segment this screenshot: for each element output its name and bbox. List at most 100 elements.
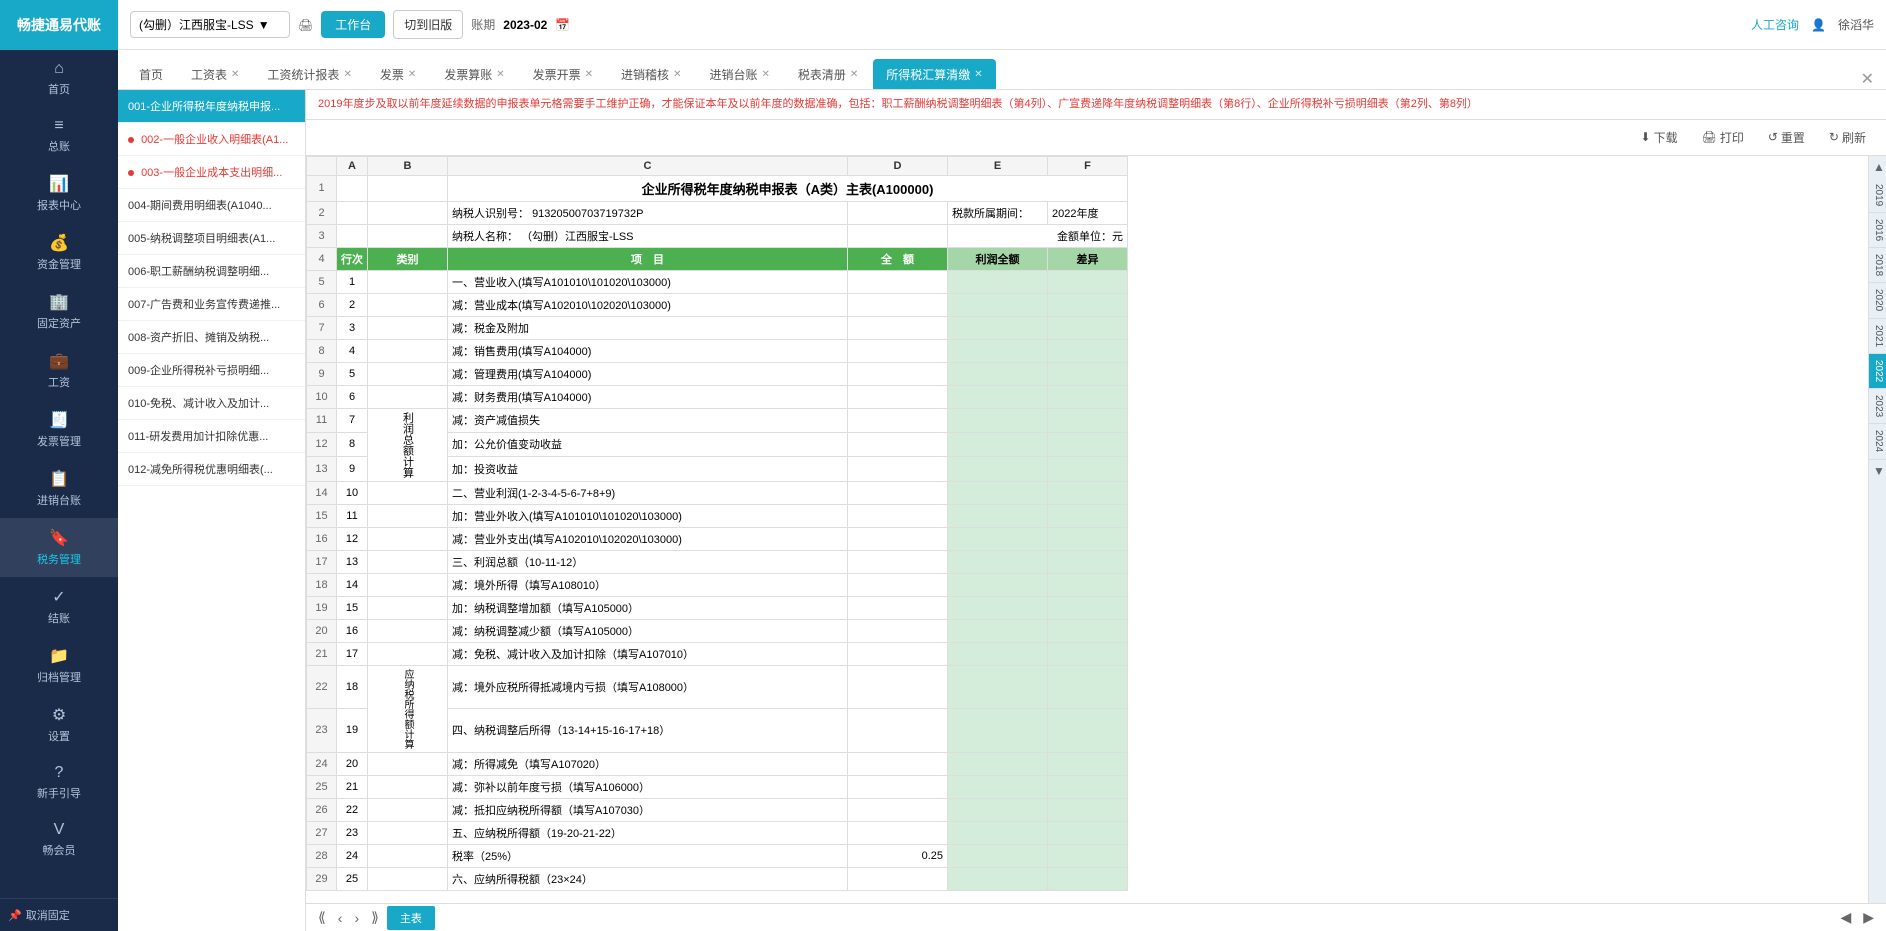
tab-invoice[interactable]: 发票 ✕	[367, 59, 429, 89]
left-panel-item-012[interactable]: 012-减免所得税优惠明细表(...	[118, 453, 305, 486]
close-tab-tax-list[interactable]: ✕	[850, 69, 858, 80]
assets-icon: 🏢	[49, 292, 69, 312]
sidebar-item-sales[interactable]: 📋 进销台账	[0, 459, 118, 518]
sidebar-item-payroll[interactable]: 💼 工资	[0, 341, 118, 400]
sheet-nav-next[interactable]: ›	[350, 908, 363, 928]
scroll-left-btn[interactable]: ◀	[1836, 907, 1855, 928]
close-tab-income-tax[interactable]: ✕	[974, 69, 982, 80]
switch-old-button[interactable]: 切到旧版	[393, 10, 463, 39]
table-row: 19 15 加：纳税调整增加额（填写A105000）	[307, 596, 1128, 619]
guide-icon: ?	[55, 764, 64, 782]
warning-banner: 2019年度步及取以前年度延续数据的申报表单元格需要手工维护正确，才能保证本年及…	[306, 90, 1886, 120]
close-accounts-icon: ✓	[52, 587, 65, 607]
reset-button[interactable]: ↺ 重置	[1760, 126, 1813, 149]
tab-home[interactable]: 首页	[126, 59, 176, 89]
close-tab-payroll[interactable]: ✕	[231, 69, 239, 80]
close-all-tabs[interactable]: ✕	[1857, 69, 1878, 89]
col-header-b: B	[368, 156, 448, 175]
user-avatar: 👤	[1811, 18, 1826, 32]
close-tab-check[interactable]: ✕	[673, 69, 681, 80]
sidebar-item-invoice[interactable]: 🧾 发票管理	[0, 400, 118, 459]
sheet-nav-next-next[interactable]: ⟫	[367, 907, 383, 928]
year-nav-up[interactable]: ▲	[1869, 156, 1886, 178]
tab-invoice-open[interactable]: 发票开票 ✕	[520, 59, 606, 89]
sidebar-item-guide[interactable]: ? 新手引导	[0, 754, 118, 811]
year-nav-2021[interactable]: 2021	[1869, 319, 1886, 354]
sidebar-item-settings[interactable]: ⚙ 设置	[0, 695, 118, 754]
year-nav-2024[interactable]: 2024	[1869, 424, 1886, 459]
year-nav-2023[interactable]: 2023	[1869, 389, 1886, 424]
tax-period-value: 2022年度	[1052, 208, 1098, 220]
year-nav-2020[interactable]: 2020	[1869, 283, 1886, 318]
table-row: 29 25 六、应纳所得税额（23×24）	[307, 867, 1128, 890]
print-button[interactable]: 🖨 打印	[1694, 126, 1752, 149]
close-tab-invoice[interactable]: ✕	[408, 69, 416, 80]
refresh-button[interactable]: ↻ 刷新	[1821, 126, 1874, 149]
sidebar-item-tax[interactable]: 🔖 税务管理	[0, 518, 118, 577]
close-tab-invoice-calc[interactable]: ✕	[496, 69, 504, 80]
year-nav-2019[interactable]: 2019	[1869, 178, 1886, 213]
left-panel-item-001[interactable]: 001-企业所得税年度纳税申报...	[118, 90, 305, 123]
left-panel-item-004[interactable]: 004-期间费用明细表(A1040...	[118, 189, 305, 222]
sidebar-item-reports[interactable]: 📊 报表中心	[0, 164, 118, 223]
year-nav-2022[interactable]: 2022	[1869, 354, 1886, 389]
left-panel: 001-企业所得税年度纳税申报... 002-一般企业收入明细表(A1... 0…	[118, 90, 306, 931]
sidebar-item-finance[interactable]: 💰 资金管理	[0, 223, 118, 282]
year-nav-down[interactable]: ▼	[1869, 460, 1886, 482]
table-row: 22 18 应纳税所得额计算 减：境外应税所得抵减境内亏损（填写A108000）	[307, 665, 1128, 709]
sidebar-item-member[interactable]: V 畅会员	[0, 811, 118, 868]
left-panel-item-010[interactable]: 010-免税、减计收入及加计...	[118, 387, 305, 420]
table-title: 企业所得税年度纳税申报表（A类）主表(A100000)	[448, 175, 1128, 201]
tab-payroll[interactable]: 工资表 ✕	[178, 59, 252, 89]
table-row: 25 21 减：弥补以前年度亏损（填写A106000）	[307, 775, 1128, 798]
col-hang-header: 行次	[337, 247, 368, 270]
invoice-icon: 🧾	[49, 410, 69, 430]
left-panel-item-005[interactable]: 005-纳税调整项目明细表(A1...	[118, 222, 305, 255]
close-tab-invoice-open[interactable]: ✕	[585, 69, 593, 80]
download-button[interactable]: ⬇ 下载	[1633, 126, 1686, 149]
sidebar-item-general-ledger[interactable]: ≡ 总账	[0, 107, 118, 164]
left-panel-item-009[interactable]: 009-企业所得税补亏损明细...	[118, 354, 305, 387]
sidebar-item-assets[interactable]: 🏢 固定资产	[0, 282, 118, 341]
company-selector[interactable]: (勾删）江西服宝-LSS ▼	[130, 11, 290, 38]
company-name: (勾删）江西服宝-LSS	[139, 16, 254, 33]
close-tab-payroll-stats[interactable]: ✕	[343, 69, 351, 80]
member-icon: V	[54, 821, 65, 839]
ledger-icon: ≡	[54, 117, 63, 135]
close-tab-sales-ledger[interactable]: ✕	[761, 69, 769, 80]
scroll-right-btn[interactable]: ▶	[1859, 907, 1878, 928]
tab-invoice-calc[interactable]: 发票算账 ✕	[431, 59, 517, 89]
print-icon[interactable]: 🖨	[298, 18, 313, 32]
spreadsheet[interactable]: A B C D E F 1	[306, 156, 1868, 904]
left-panel-item-011[interactable]: 011-研发费用加计扣除优惠...	[118, 420, 305, 453]
left-panel-item-003[interactable]: 003-一般企业成本支出明细...	[118, 156, 305, 189]
sheet-tab-main[interactable]: 主表	[387, 906, 435, 930]
unpin-button[interactable]: 📌 取消固定	[0, 898, 118, 931]
left-panel-item-006[interactable]: 006-职工薪酬纳税调整明细...	[118, 255, 305, 288]
tab-tax-list[interactable]: 税表清册 ✕	[785, 59, 871, 89]
sheet-nav-prev-prev[interactable]: ⟪	[314, 907, 330, 928]
left-panel-item-007[interactable]: 007-广告费和业务宣传费递推...	[118, 288, 305, 321]
year-nav-2018[interactable]: 2018	[1869, 248, 1886, 283]
year-nav-2016[interactable]: 2016	[1869, 213, 1886, 248]
sidebar-item-close[interactable]: ✓ 结账	[0, 577, 118, 636]
tab-payroll-stats[interactable]: 工资统计报表 ✕	[254, 59, 364, 89]
sidebar-item-archive[interactable]: 📁 归档管理	[0, 636, 118, 695]
left-panel-item-002[interactable]: 002-一般企业收入明细表(A1...	[118, 123, 305, 156]
user-name: 徐滔华	[1838, 16, 1874, 33]
table-row: 16 12 减：营业外支出(填写A102010\102020\103000)	[307, 527, 1128, 550]
tab-income-tax[interactable]: 所得税汇算清缴 ✕	[873, 59, 995, 89]
print-icon: 🖨	[1702, 130, 1717, 144]
sidebar-item-home[interactable]: ⌂ 首页	[0, 50, 118, 107]
tab-sales-ledger[interactable]: 进销台账 ✕	[696, 59, 782, 89]
service-label[interactable]: 人工咨询	[1751, 16, 1799, 33]
table-row: 7 3 减：税金及附加	[307, 316, 1128, 339]
sheet-nav-prev[interactable]: ‹	[334, 908, 347, 928]
tax-id-value: 91320500703719732P	[532, 208, 643, 220]
col-header-rownum	[307, 156, 337, 175]
currency-label: 金额单位：元	[948, 224, 1128, 247]
left-panel-item-008[interactable]: 008-资产折旧、摊销及纳税...	[118, 321, 305, 354]
tab-check[interactable]: 进销稽核 ✕	[608, 59, 694, 89]
table-row: 24 20 减：所得减免（填写A107020）	[307, 752, 1128, 775]
work-station-button[interactable]: 工作台	[321, 11, 385, 38]
